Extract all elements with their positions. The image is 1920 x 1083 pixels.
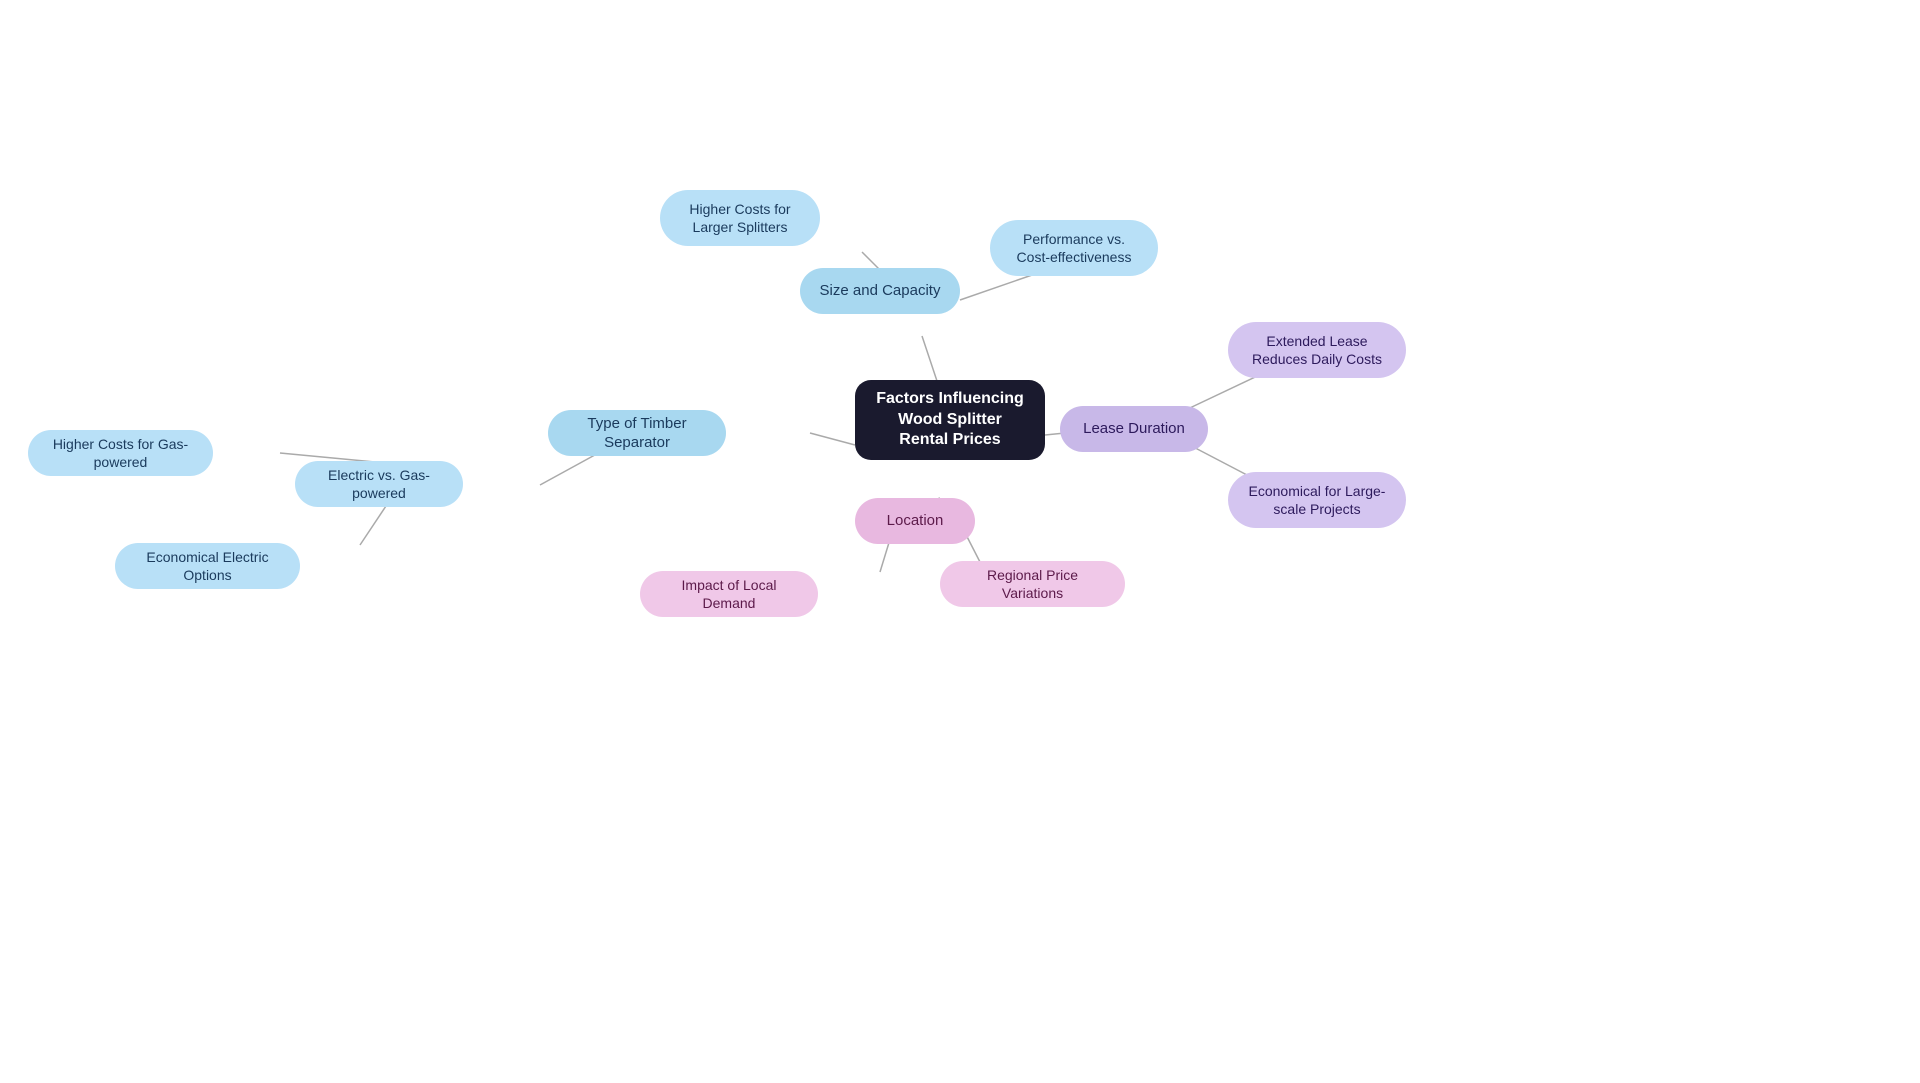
location-node: Location bbox=[855, 498, 975, 544]
location-label: Location bbox=[887, 511, 944, 531]
type-timber-label: Type of Timber Separator bbox=[566, 414, 708, 453]
regional-price-label: Regional Price Variations bbox=[958, 566, 1107, 602]
performance-cost-node: Performance vs. Cost-effectiveness bbox=[990, 220, 1158, 276]
size-capacity-label: Size and Capacity bbox=[820, 281, 941, 301]
higher-costs-gas-node: Higher Costs for Gas-powered bbox=[28, 430, 213, 476]
lease-duration-node: Lease Duration bbox=[1060, 406, 1208, 452]
electric-gas-node: Electric vs. Gas-powered bbox=[295, 461, 463, 507]
impact-local-node: Impact of Local Demand bbox=[640, 571, 818, 617]
size-capacity-node: Size and Capacity bbox=[800, 268, 960, 314]
center-node: Factors Influencing Wood Splitter Rental… bbox=[855, 380, 1045, 460]
economical-large-label: Economical for Large-scale Projects bbox=[1246, 482, 1388, 518]
type-timber-node: Type of Timber Separator bbox=[548, 410, 726, 456]
extended-lease-label: Extended Lease Reduces Daily Costs bbox=[1246, 332, 1388, 368]
center-label: Factors Influencing Wood Splitter Rental… bbox=[873, 389, 1027, 451]
economical-large-node: Economical for Large-scale Projects bbox=[1228, 472, 1406, 528]
lease-duration-label: Lease Duration bbox=[1083, 419, 1185, 439]
higher-costs-larger-node: Higher Costs for Larger Splitters bbox=[660, 190, 820, 246]
higher-costs-larger-label: Higher Costs for Larger Splitters bbox=[678, 200, 802, 236]
regional-price-node: Regional Price Variations bbox=[940, 561, 1125, 607]
electric-gas-label: Electric vs. Gas-powered bbox=[313, 466, 445, 502]
economical-electric-label: Economical Electric Options bbox=[133, 548, 282, 584]
higher-costs-gas-label: Higher Costs for Gas-powered bbox=[46, 435, 195, 471]
performance-cost-label: Performance vs. Cost-effectiveness bbox=[1008, 230, 1140, 266]
impact-local-label: Impact of Local Demand bbox=[658, 576, 800, 612]
economical-electric-node: Economical Electric Options bbox=[115, 543, 300, 589]
extended-lease-node: Extended Lease Reduces Daily Costs bbox=[1228, 322, 1406, 378]
